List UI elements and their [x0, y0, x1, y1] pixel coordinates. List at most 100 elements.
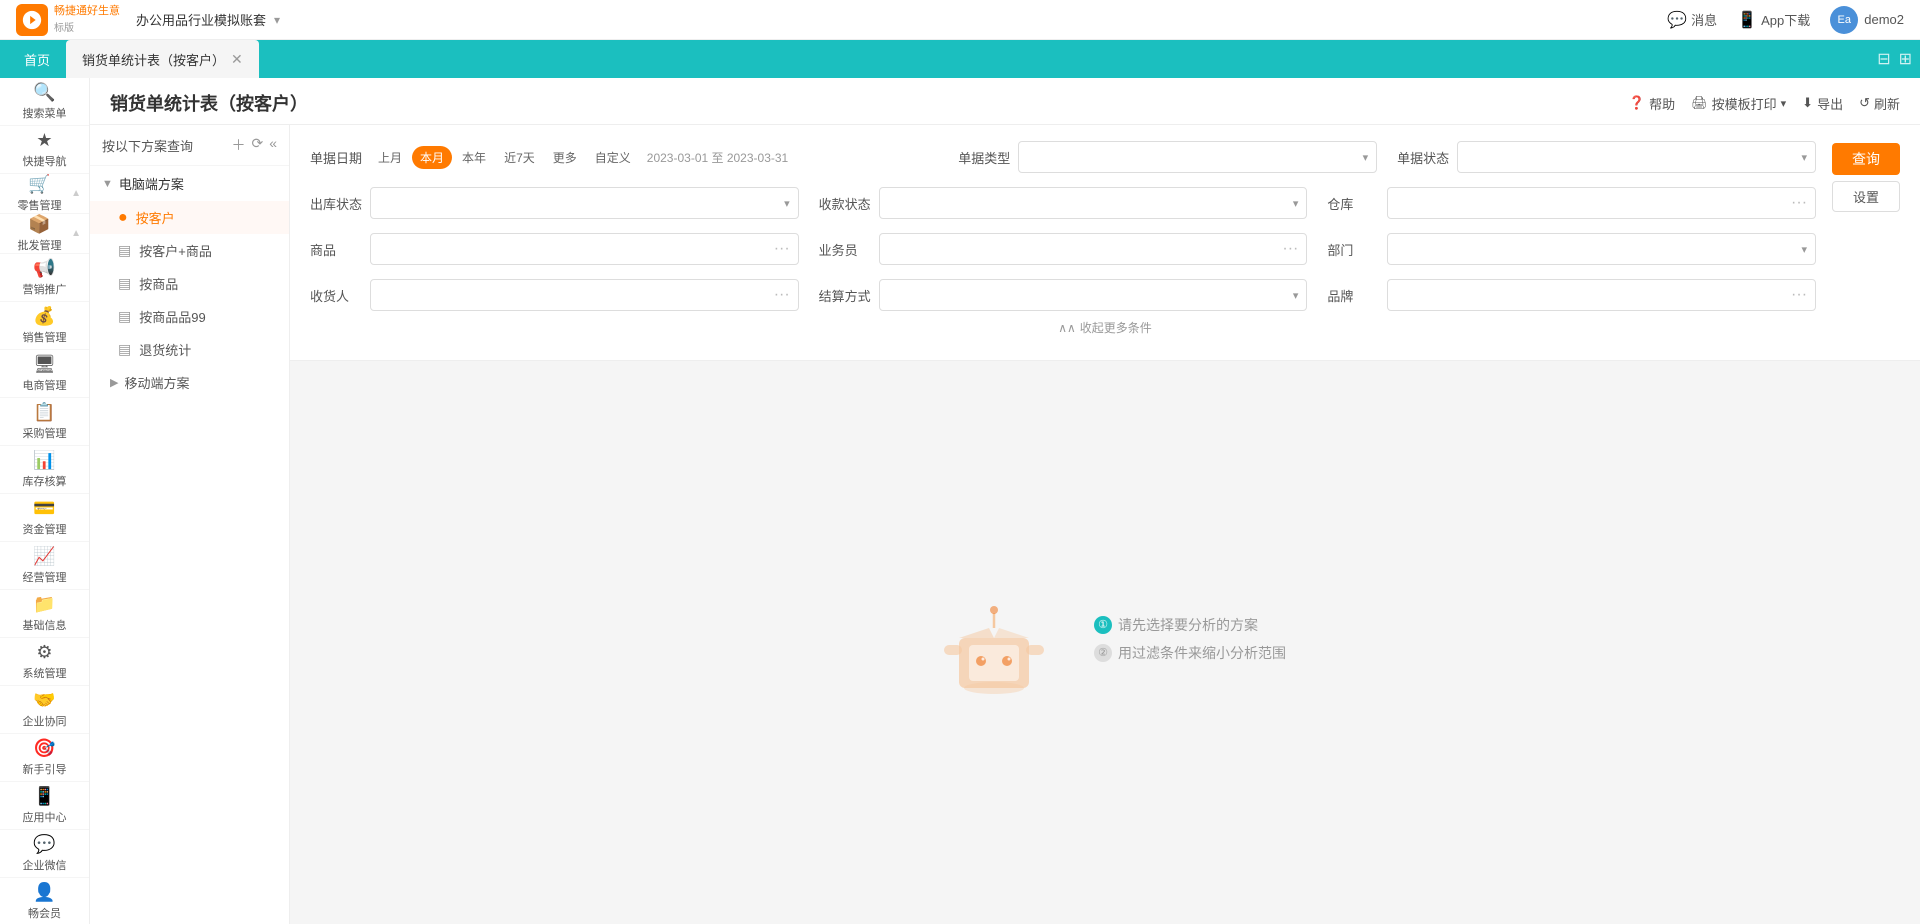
- empty-hint-2: ② 用过滤条件来缩小分析范围: [1094, 643, 1286, 663]
- warehouse-select[interactable]: ···: [1387, 187, 1816, 219]
- date-btn-this-month[interactable]: 本月: [412, 146, 452, 169]
- hint-num-2: ②: [1094, 644, 1112, 662]
- date-btn-7days[interactable]: 近7天: [496, 146, 543, 169]
- product-filter: 商品 ···: [310, 233, 799, 265]
- settings-button[interactable]: 设置: [1832, 181, 1900, 212]
- product-select[interactable]: ···: [370, 233, 799, 265]
- tab-close-icon[interactable]: ✕: [231, 51, 243, 68]
- date-range-text: 2023-03-01 至 2023-03-31: [647, 149, 788, 166]
- sidebar-item-ecommerce[interactable]: 🖥 电商管理: [0, 350, 89, 398]
- department-select[interactable]: ▾: [1387, 233, 1816, 265]
- sidebar-item-wholesale[interactable]: 📦 批发管理 ▲: [0, 214, 89, 254]
- sidebar-item-purchase[interactable]: 📋 采购管理: [0, 398, 89, 446]
- sidebar-label-member: 畅会员: [28, 905, 61, 921]
- empty-hint-1: ① 请先选择要分析的方案: [1094, 615, 1286, 635]
- sidebar-item-inventory[interactable]: 📊 库存核算: [0, 446, 89, 494]
- sidebar-label-newbie: 新手引导: [23, 761, 67, 777]
- sidebar-label-purchase: 采购管理: [23, 425, 67, 441]
- filter-row-2: 出库状态 ▾ 收款状态: [310, 187, 1816, 219]
- wholesale-icon: 📦: [28, 214, 50, 235]
- help-btn[interactable]: ❓ 帮助: [1629, 94, 1675, 113]
- sales-icon: 💰: [33, 306, 55, 327]
- refresh-btn[interactable]: ↺ 刷新: [1859, 94, 1900, 113]
- sidebar-item-marketing[interactable]: 📢 营销推广: [0, 254, 89, 302]
- tree-item-return-stat[interactable]: ▤ 退货统计: [90, 333, 289, 366]
- collapse-filter-btn[interactable]: ∧∧ 收起更多条件: [310, 311, 1900, 344]
- add-scheme-icon[interactable]: ＋: [231, 135, 245, 155]
- right-panel: 单据日期 上月 本月 本年 近7天 更多: [290, 125, 1920, 924]
- doc-type-select[interactable]: ▾: [1018, 141, 1377, 173]
- out-status-select[interactable]: ▾: [370, 187, 799, 219]
- newbie-icon: 🎯: [33, 738, 55, 759]
- retail-icon: 🛒: [28, 174, 50, 195]
- industry-dropdown[interactable]: ▾: [274, 13, 280, 27]
- product-ellipsis: ···: [774, 240, 790, 258]
- mobile-expand-icon: ▶: [110, 376, 118, 389]
- sidebar-item-sales[interactable]: 💰 销售管理: [0, 302, 89, 350]
- out-status-arrow-icon: ▾: [784, 197, 790, 210]
- sidebar-label-retail: 零售管理: [18, 197, 62, 213]
- payment-select[interactable]: ▾: [879, 279, 1308, 311]
- salesperson-ellipsis: ···: [1282, 240, 1298, 258]
- department-filter: 部门 ▾: [1327, 233, 1816, 265]
- search-icon: 🔍: [33, 82, 55, 103]
- tab-sales-report[interactable]: 销货单统计表（按客户） ✕: [66, 40, 259, 78]
- sidebar-item-system[interactable]: ⚙ 系统管理: [0, 638, 89, 686]
- tree-item-customer-product[interactable]: ▤ 按客户+商品: [90, 234, 289, 267]
- collapse-panel-icon[interactable]: «: [269, 135, 277, 155]
- sidebar-item-enterprise[interactable]: 🤝 企业协同: [0, 686, 89, 734]
- print-template-btn[interactable]: 🖨 按模板打印 ▾: [1691, 94, 1786, 113]
- message-btn[interactable]: 💬 消息: [1667, 10, 1717, 30]
- payment-label: 结算方式: [819, 286, 871, 305]
- page-title: 销货单统计表（按客户）: [110, 90, 308, 116]
- export-btn[interactable]: ⬇ 导出: [1802, 94, 1843, 113]
- sidebar-item-appcenter[interactable]: 📱 应用中心: [0, 782, 89, 830]
- tree-item-label-by-customer: 按客户: [136, 208, 175, 227]
- out-status-label: 出库状态: [310, 194, 362, 213]
- date-btn-more[interactable]: 更多: [545, 146, 585, 169]
- sidebar-item-quick-nav[interactable]: ★ 快捷导航: [0, 126, 89, 174]
- tab-home[interactable]: 首页: [8, 40, 66, 78]
- refresh-scheme-icon[interactable]: ⟳: [251, 135, 263, 155]
- sidebar-item-finance[interactable]: 💳 资金管理: [0, 494, 89, 542]
- basic-icon: 📁: [33, 594, 55, 615]
- tree-item-by-product99[interactable]: ▤ 按商品品99: [90, 300, 289, 333]
- tree-item-by-product[interactable]: ▤ 按商品: [90, 267, 289, 300]
- tree-group-desktop: ▼ 电脑端方案 ● 按客户 ▤ 按客户+商品 ▤: [90, 166, 289, 366]
- consignee-select[interactable]: ···: [370, 279, 799, 311]
- tree-item-by-customer[interactable]: ● 按客户: [90, 201, 289, 234]
- tab-minimize-icon[interactable]: ⊟: [1877, 49, 1890, 69]
- date-label: 单据日期: [310, 148, 362, 167]
- tree-group-mobile-header[interactable]: ▶ 移动端方案: [90, 366, 289, 399]
- appcenter-icon: 📱: [33, 786, 55, 807]
- sidebar-label-basic: 基础信息: [23, 617, 67, 633]
- brand-select[interactable]: ···: [1387, 279, 1816, 311]
- header-actions: ❓ 帮助 🖨 按模板打印 ▾ ⬇ 导出 ↺ 刷新: [1629, 94, 1900, 113]
- user-menu[interactable]: Ea demo2: [1830, 6, 1904, 34]
- date-btn-custom[interactable]: 自定义: [587, 146, 639, 169]
- tree-group-desktop-header[interactable]: ▼ 电脑端方案: [90, 166, 289, 201]
- sidebar-item-basic[interactable]: 📁 基础信息: [0, 590, 89, 638]
- inventory-icon: 📊: [33, 450, 55, 471]
- receipt-status-select[interactable]: ▾: [879, 187, 1308, 219]
- sidebar-item-operation[interactable]: 📈 经营管理: [0, 542, 89, 590]
- date-btn-last-month[interactable]: 上月: [370, 146, 410, 169]
- sidebar-item-wechat[interactable]: 💬 企业微信: [0, 830, 89, 878]
- query-button[interactable]: 查询: [1832, 143, 1900, 175]
- sidebar-item-search[interactable]: 🔍 搜索菜单: [0, 78, 89, 126]
- salesperson-select[interactable]: ···: [879, 233, 1308, 265]
- doc-status-label: 单据状态: [1397, 148, 1449, 167]
- sidebar-item-member[interactable]: 👤 畅会员: [0, 878, 89, 924]
- sidebar-item-retail[interactable]: 🛒 零售管理 ▲: [0, 174, 89, 214]
- sidebar-label-inventory: 库存核算: [23, 473, 67, 489]
- marketing-icon: 📢: [33, 258, 55, 279]
- app-download-btn[interactable]: 📱 App下载: [1737, 10, 1810, 30]
- doc-status-select[interactable]: ▾: [1457, 141, 1816, 173]
- help-icon: ❓: [1629, 95, 1645, 111]
- tree-item-label-by-product99: 按商品品99: [139, 307, 205, 326]
- date-btn-this-year[interactable]: 本年: [454, 146, 494, 169]
- sidebar-item-newbie[interactable]: 🎯 新手引导: [0, 734, 89, 782]
- left-panel-title: 按以下方案查询: [102, 136, 193, 155]
- out-status-filter: 出库状态 ▾: [310, 187, 799, 219]
- tab-expand-icon[interactable]: ⊞: [1899, 49, 1912, 69]
